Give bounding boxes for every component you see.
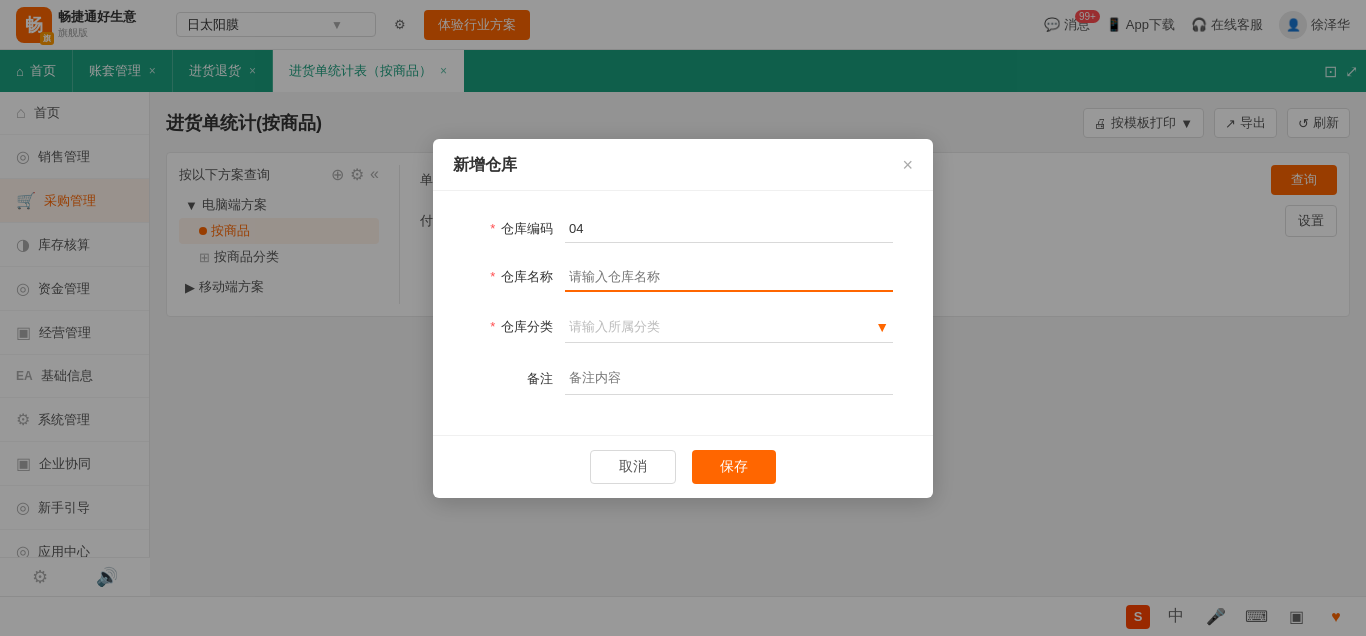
warehouse-code-input[interactable] [565, 215, 893, 243]
form-category-label: * 仓库分类 [473, 318, 553, 336]
dialog-header: 新增仓库 × [433, 139, 933, 191]
form-remark-label: 备注 [473, 370, 553, 388]
form-row-code: * 仓库编码 [473, 215, 893, 243]
form-row-remark: 备注 [473, 363, 893, 395]
warehouse-name-input[interactable] [565, 263, 893, 292]
modal-overlay: 新增仓库 × * 仓库编码 * 仓库名称 [0, 0, 1366, 636]
required-star-name: * [490, 269, 495, 284]
form-row-category: * 仓库分类 请输入所属分类 ▼ [473, 312, 893, 343]
dialog-close-button[interactable]: × [902, 156, 913, 174]
cancel-button[interactable]: 取消 [590, 450, 676, 484]
new-warehouse-dialog: 新增仓库 × * 仓库编码 * 仓库名称 [433, 139, 933, 498]
dialog-body: * 仓库编码 * 仓库名称 * 仓库分类 请输入所属 [433, 191, 933, 435]
form-name-label: * 仓库名称 [473, 268, 553, 286]
category-dropdown-icon: ▼ [875, 319, 889, 335]
form-row-name: * 仓库名称 [473, 263, 893, 292]
category-select[interactable]: 请输入所属分类 ▼ [565, 312, 893, 343]
dialog-title: 新增仓库 [453, 155, 517, 176]
remark-input[interactable] [565, 363, 893, 395]
save-button[interactable]: 保存 [692, 450, 776, 484]
category-placeholder: 请输入所属分类 [569, 318, 875, 336]
dialog-footer: 取消 保存 [433, 435, 933, 498]
required-star-code: * [490, 221, 495, 236]
required-star-category: * [490, 319, 495, 334]
form-code-label: * 仓库编码 [473, 220, 553, 238]
